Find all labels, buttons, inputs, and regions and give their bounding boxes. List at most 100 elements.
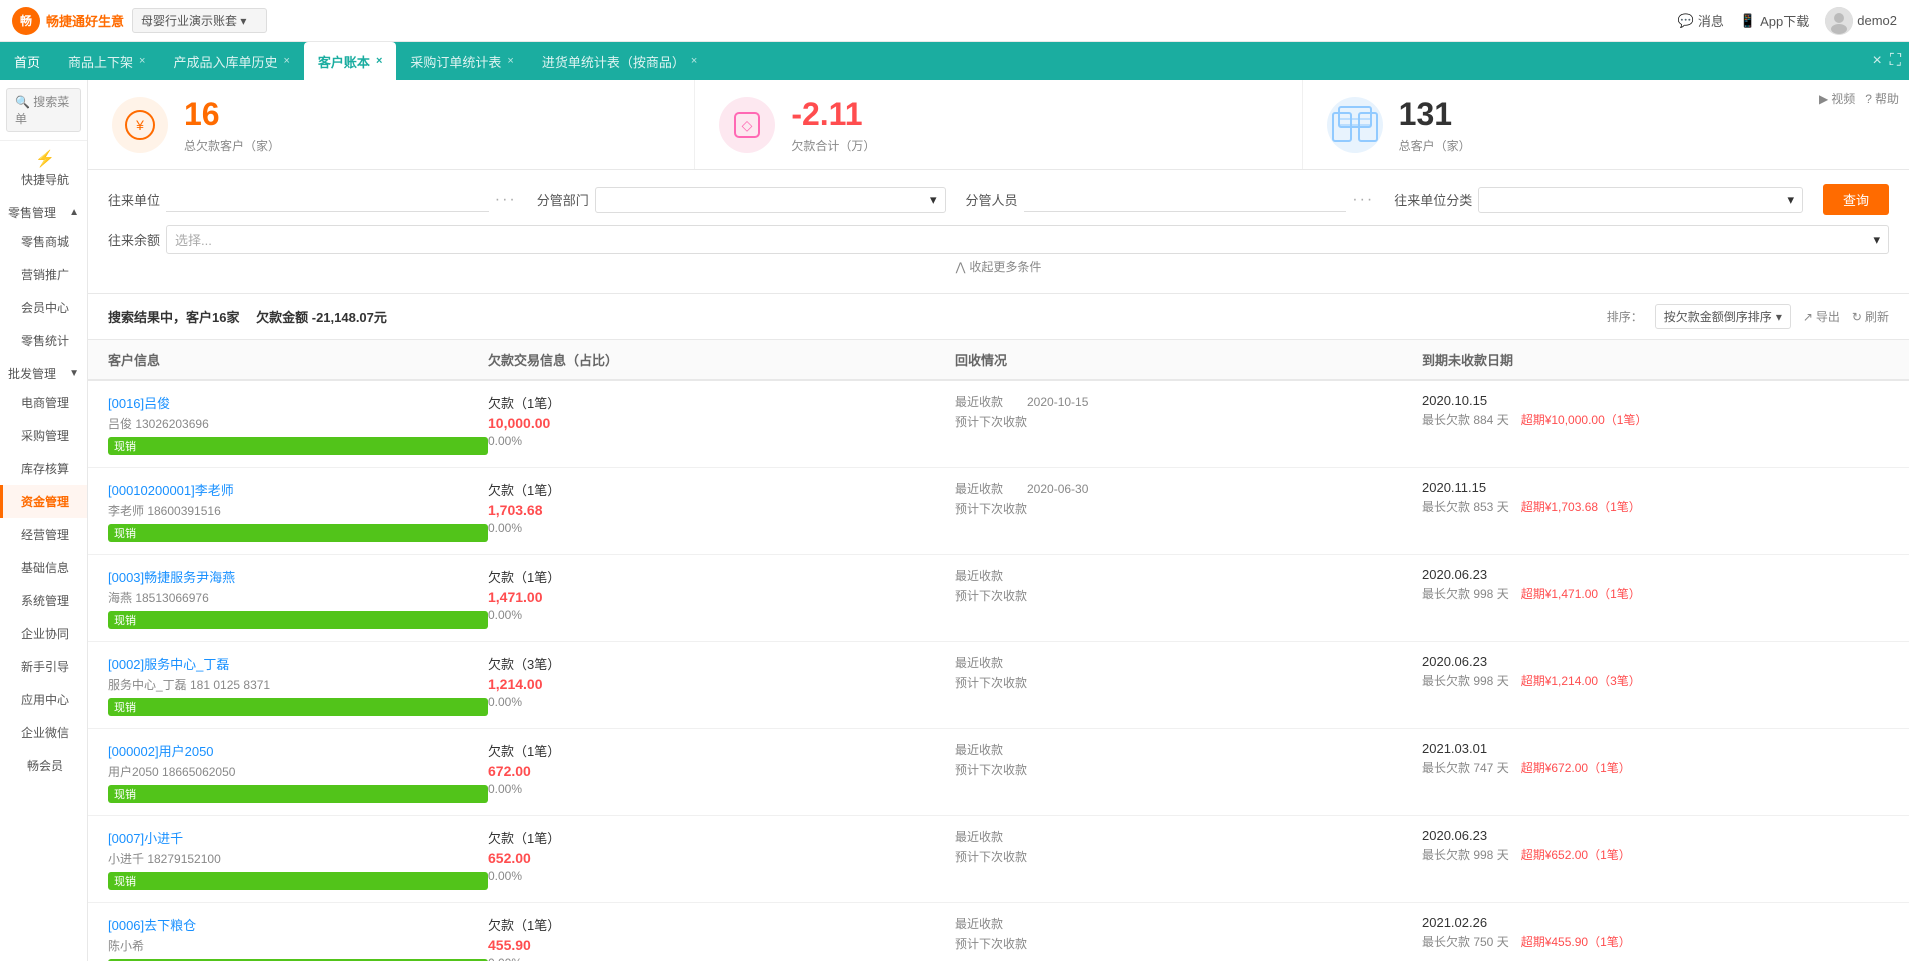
sidebar-item-enterprise[interactable]: 企业协同 (0, 617, 87, 650)
sidebar-item-quick-nav[interactable]: ⚡ 快捷导航 (0, 141, 87, 196)
tab-production-history[interactable]: 产成品入库单历史 × (159, 42, 303, 80)
customer-name-3[interactable]: [0003]畅捷服务尹海燕 (108, 567, 488, 586)
customer-phone-5: 用户2050 18665062050 (108, 763, 488, 780)
sidebar-item-member[interactable]: 畅会员 (0, 749, 87, 782)
person-more-icon[interactable]: ··· (1352, 191, 1374, 209)
filter-balance-select[interactable]: 选择... ▾ (166, 225, 1889, 254)
from-unit-more-icon[interactable]: ··· (495, 191, 517, 209)
tab-stock-stats[interactable]: 进货单统计表（按商品） × (528, 42, 711, 80)
filter-from-unit: 往来单位 ··· (108, 188, 517, 212)
overdue-link-3[interactable]: 超期¥1,471.00（1笔） (1521, 587, 1641, 601)
customer-name-6[interactable]: [0007]小进千 (108, 828, 488, 847)
debt-percent-2: 0.00% (488, 521, 955, 535)
debt-amount-4: 1,214.00 (488, 676, 955, 692)
sidebar-item-app-center[interactable]: 应用中心 (0, 683, 87, 716)
customer-phone-6: 小进千 18279152100 (108, 850, 488, 867)
filter-dept-select[interactable]: ▾ (595, 187, 946, 213)
tab-products-offline[interactable]: 商品上下架 × (54, 42, 159, 80)
sidebar-item-members[interactable]: 会员中心 (0, 291, 87, 324)
sidebar-item-operations[interactable]: 经营管理 (0, 518, 87, 551)
customer-name-4[interactable]: [0002]服务中心_丁磊 (108, 654, 488, 673)
debt-percent-5: 0.00% (488, 782, 955, 796)
sidebar-item-retail-mall[interactable]: 零售商城 (0, 225, 87, 258)
filter-from-unit-input[interactable] (166, 188, 489, 212)
app-download-btn[interactable]: 📱 App下载 (1740, 11, 1809, 30)
sort-select[interactable]: 按欠款金额倒序排序 ▾ (1655, 304, 1791, 329)
svg-text:¥: ¥ (135, 117, 144, 133)
sidebar-section-retail[interactable]: 零售管理 ▲ (0, 196, 87, 225)
help-btn[interactable]: ? 帮助 (1865, 90, 1899, 107)
tab-customer-account[interactable]: 客户账本 × (304, 42, 396, 80)
expand-btn[interactable]: ⛶ (1890, 52, 1901, 70)
overdue-link-2[interactable]: 超期¥1,703.68（1笔） (1521, 500, 1641, 514)
overdue-date-3: 2020.06.23 (1422, 567, 1889, 582)
filter-category-select[interactable]: ▾ (1478, 187, 1803, 213)
tab-close-purchase[interactable]: × (507, 55, 513, 67)
chevron-down-icon-sort: ▾ (1776, 310, 1782, 324)
tab-home[interactable]: 首页 (0, 42, 54, 80)
chevron-down-icon-category: ▾ (1787, 192, 1794, 208)
tabs-actions: × ⛶ (1872, 52, 1909, 70)
debt-cell-1: 欠款（1笔） 10,000.00 0.00% (488, 393, 955, 448)
overdue-link-7[interactable]: 超期¥455.90（1笔） (1521, 935, 1631, 949)
user-avatar[interactable]: demo2 (1825, 7, 1897, 35)
search-button[interactable]: 查询 (1823, 184, 1889, 215)
sidebar-item-retail-stats[interactable]: 零售统计 (0, 324, 87, 357)
stat-total-label: 总客户（家） (1399, 137, 1471, 154)
customer-cell-3: [0003]畅捷服务尹海燕 海燕 18513066976 现销 (108, 567, 488, 629)
overdue-cell-1: 2020.10.15 最长欠款 884 天 超期¥10,000.00（1笔） (1422, 393, 1889, 428)
customer-name-5[interactable]: [000002]用户2050 (108, 741, 488, 760)
close-all-btn[interactable]: × (1872, 52, 1881, 70)
overdue-link-1[interactable]: 超期¥10,000.00（1笔） (1521, 413, 1648, 427)
customer-phone-1: 吕俊 13026203696 (108, 415, 488, 432)
sidebar-item-ecommerce[interactable]: 电商管理 (0, 386, 87, 419)
message-btn[interactable]: 💬 消息 (1678, 11, 1724, 30)
sidebar-search-area: 🔍 搜索菜单 (0, 80, 87, 141)
sidebar-search-input[interactable]: 🔍 搜索菜单 (6, 88, 81, 132)
tab-close-production[interactable]: × (283, 55, 289, 67)
sidebar-item-guide[interactable]: 新手引导 (0, 650, 87, 683)
customer-name-2[interactable]: [00010200001]李老师 (108, 480, 488, 499)
sidebar-item-purchase[interactable]: 采购管理 (0, 419, 87, 452)
overdue-days-4: 最长欠款 998 天 超期¥1,214.00（3笔） (1422, 672, 1889, 689)
overdue-link-5[interactable]: 超期¥672.00（1笔） (1521, 761, 1631, 775)
customer-name-1[interactable]: [0016]吕俊 (108, 393, 488, 412)
filter-collapse-btn[interactable]: ⋀ 收起更多条件 (108, 254, 1889, 279)
sidebar-item-inventory[interactable]: 库存核算 (0, 452, 87, 485)
filter-balance: 往来余额 选择... ▾ (108, 225, 1889, 254)
customer-name-7[interactable]: [0006]去下粮仓 (108, 915, 488, 934)
stat-overdue-amount: ◇ -2.11 欠款合计（万） (695, 80, 1302, 169)
tab-purchase-order[interactable]: 采购订单统计表 × (396, 42, 527, 80)
sidebar-section-batch[interactable]: 批发管理 ▼ (0, 357, 87, 386)
col-collection: 回收情况 (955, 350, 1422, 369)
stat-icon-amount: ◇ (719, 97, 775, 153)
stat-overdue-label: 总欠款客户（家） (184, 137, 280, 154)
sidebar: 🔍 搜索菜单 ⚡ 快捷导航 零售管理 ▲ 零售商城 营销推广 会员中心 零售统计… (0, 80, 88, 961)
sidebar-item-marketing[interactable]: 营销推广 (0, 258, 87, 291)
stat-overdue-customers: ¥ 16 总欠款客户（家） (88, 80, 695, 169)
tab-close-stock[interactable]: × (691, 55, 697, 67)
video-btn[interactable]: ▶ 视频 (1819, 90, 1855, 107)
refresh-btn[interactable]: ↻ 刷新 (1852, 308, 1889, 325)
overdue-link-6[interactable]: 超期¥652.00（1笔） (1521, 848, 1631, 862)
export-btn[interactable]: ↗ 导出 (1803, 308, 1840, 325)
logo-area: 畅 畅捷通好生意 (12, 7, 124, 35)
overdue-date-7: 2021.02.26 (1422, 915, 1889, 930)
sidebar-item-system[interactable]: 系统管理 (0, 584, 87, 617)
debt-cell-6: 欠款（1笔） 652.00 0.00% (488, 828, 955, 883)
header-left: 畅 畅捷通好生意 母婴行业演示账套 ▾ (12, 7, 267, 35)
filter-person-input[interactable] (1024, 188, 1347, 212)
brand-selector[interactable]: 母婴行业演示账套 ▾ (132, 8, 267, 33)
debt-cell-4: 欠款（3笔） 1,214.00 0.00% (488, 654, 955, 709)
tab-close-products[interactable]: × (139, 55, 145, 67)
sidebar-item-wechat[interactable]: 企业微信 (0, 716, 87, 749)
sidebar-item-basic-info[interactable]: 基础信息 (0, 551, 87, 584)
chevron-down-icon: ▲ (69, 207, 79, 218)
sidebar-item-finance[interactable]: 资金管理 (0, 485, 87, 518)
debt-cell-3: 欠款（1笔） 1,471.00 0.00% (488, 567, 955, 622)
stats-help-area: ▶ 视频 ? 帮助 (1819, 90, 1899, 107)
tab-close-customer[interactable]: × (376, 55, 382, 67)
collection-cell-2: 最近收款 2020-06-30 预计下次收款 (955, 480, 1422, 517)
overdue-link-4[interactable]: 超期¥1,214.00（3笔） (1521, 674, 1641, 688)
col-customer-info: 客户信息 (108, 350, 488, 369)
